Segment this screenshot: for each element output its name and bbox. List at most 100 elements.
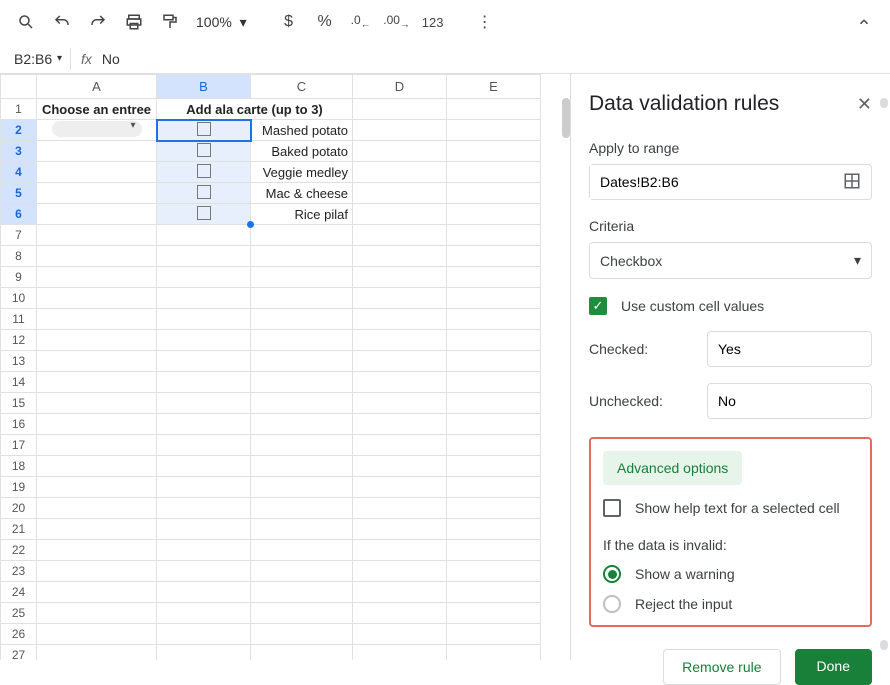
cell[interactable] bbox=[37, 309, 157, 330]
zoom-dropdown[interactable]: 100% ▾ bbox=[190, 14, 253, 31]
cell[interactable] bbox=[353, 519, 447, 540]
row-header[interactable]: 10 bbox=[1, 288, 37, 309]
cell[interactable] bbox=[157, 645, 251, 661]
cell[interactable] bbox=[353, 414, 447, 435]
scrollbar-down-icon[interactable] bbox=[880, 640, 888, 650]
decrease-decimal-icon[interactable]: .0← bbox=[345, 6, 377, 38]
cell[interactable] bbox=[353, 456, 447, 477]
cell[interactable] bbox=[447, 624, 541, 645]
cell[interactable] bbox=[353, 435, 447, 456]
custom-values-checkbox-row[interactable]: ✓ Use custom cell values bbox=[589, 297, 872, 315]
cell[interactable] bbox=[353, 309, 447, 330]
cell[interactable] bbox=[251, 288, 353, 309]
cell[interactable] bbox=[353, 330, 447, 351]
cell[interactable] bbox=[353, 477, 447, 498]
dropdown-chip[interactable] bbox=[52, 121, 142, 137]
cell[interactable] bbox=[37, 477, 157, 498]
cell[interactable] bbox=[251, 330, 353, 351]
cell[interactable] bbox=[447, 372, 541, 393]
cell-B5[interactable] bbox=[157, 183, 251, 204]
range-input[interactable] bbox=[590, 165, 833, 199]
cell[interactable] bbox=[251, 477, 353, 498]
cell[interactable] bbox=[353, 141, 447, 162]
formula-bar-value[interactable]: No bbox=[102, 51, 120, 67]
cell[interactable] bbox=[157, 288, 251, 309]
cell[interactable] bbox=[157, 624, 251, 645]
row-header[interactable]: 25 bbox=[1, 603, 37, 624]
cell[interactable] bbox=[353, 351, 447, 372]
cell[interactable] bbox=[37, 351, 157, 372]
redo-icon[interactable] bbox=[82, 6, 114, 38]
row-header[interactable]: 18 bbox=[1, 456, 37, 477]
cell[interactable] bbox=[353, 372, 447, 393]
cell[interactable] bbox=[447, 246, 541, 267]
cell-C3[interactable]: Baked potato bbox=[251, 141, 353, 162]
cell[interactable] bbox=[447, 582, 541, 603]
cell[interactable] bbox=[37, 582, 157, 603]
cell[interactable] bbox=[251, 267, 353, 288]
row-header[interactable]: 12 bbox=[1, 330, 37, 351]
cell-B2[interactable] bbox=[157, 120, 251, 141]
cell[interactable] bbox=[353, 99, 447, 120]
cell[interactable] bbox=[251, 645, 353, 661]
cell[interactable] bbox=[157, 309, 251, 330]
unchecked-value-input[interactable] bbox=[707, 383, 872, 419]
cell[interactable] bbox=[37, 267, 157, 288]
cell[interactable] bbox=[37, 162, 157, 183]
row-header-1[interactable]: 1 bbox=[1, 99, 37, 120]
cell[interactable] bbox=[353, 540, 447, 561]
name-box[interactable]: B2:B6 ▾ bbox=[0, 51, 70, 67]
cell[interactable] bbox=[157, 561, 251, 582]
paint-format-icon[interactable] bbox=[154, 6, 186, 38]
cell[interactable] bbox=[251, 225, 353, 246]
format-number[interactable]: 123 bbox=[417, 6, 449, 38]
cell[interactable] bbox=[251, 372, 353, 393]
cell[interactable] bbox=[157, 351, 251, 372]
checkbox-icon[interactable] bbox=[197, 143, 211, 157]
cell[interactable] bbox=[37, 288, 157, 309]
cell[interactable] bbox=[353, 582, 447, 603]
cell[interactable] bbox=[447, 561, 541, 582]
cell[interactable] bbox=[251, 540, 353, 561]
row-header[interactable]: 16 bbox=[1, 414, 37, 435]
print-icon[interactable] bbox=[118, 6, 150, 38]
cell[interactable] bbox=[447, 120, 541, 141]
cell-B3[interactable] bbox=[157, 141, 251, 162]
col-header-A[interactable]: A bbox=[37, 75, 157, 99]
cell[interactable] bbox=[157, 498, 251, 519]
cell[interactable] bbox=[37, 645, 157, 661]
cell[interactable] bbox=[157, 603, 251, 624]
cell[interactable] bbox=[157, 435, 251, 456]
cell[interactable] bbox=[157, 540, 251, 561]
cell[interactable] bbox=[447, 477, 541, 498]
cell[interactable] bbox=[251, 393, 353, 414]
cell-C4[interactable]: Veggie medley bbox=[251, 162, 353, 183]
cell[interactable] bbox=[37, 393, 157, 414]
cell[interactable] bbox=[353, 624, 447, 645]
row-header[interactable]: 19 bbox=[1, 477, 37, 498]
cell[interactable] bbox=[353, 225, 447, 246]
cell[interactable] bbox=[37, 372, 157, 393]
cell[interactable] bbox=[447, 414, 541, 435]
row-header-6[interactable]: 6 bbox=[1, 204, 37, 225]
cell[interactable] bbox=[37, 498, 157, 519]
cell-C2[interactable]: Mashed potato bbox=[251, 120, 353, 141]
cell[interactable] bbox=[353, 183, 447, 204]
cell[interactable] bbox=[157, 225, 251, 246]
show-warning-radio-row[interactable]: Show a warning bbox=[603, 565, 858, 583]
cell[interactable] bbox=[251, 561, 353, 582]
close-icon[interactable]: ✕ bbox=[857, 94, 872, 115]
col-header-B[interactable]: B bbox=[157, 75, 251, 99]
format-percent[interactable]: % bbox=[309, 6, 341, 38]
cell[interactable] bbox=[447, 162, 541, 183]
undo-icon[interactable] bbox=[46, 6, 78, 38]
row-header[interactable]: 22 bbox=[1, 540, 37, 561]
cell[interactable] bbox=[157, 519, 251, 540]
cell[interactable] bbox=[447, 288, 541, 309]
cell[interactable] bbox=[37, 561, 157, 582]
reject-input-radio-row[interactable]: Reject the input bbox=[603, 595, 858, 613]
cell-C5[interactable]: Mac & cheese bbox=[251, 183, 353, 204]
cell[interactable] bbox=[447, 225, 541, 246]
checkbox-icon[interactable] bbox=[197, 206, 211, 220]
cell[interactable] bbox=[447, 204, 541, 225]
